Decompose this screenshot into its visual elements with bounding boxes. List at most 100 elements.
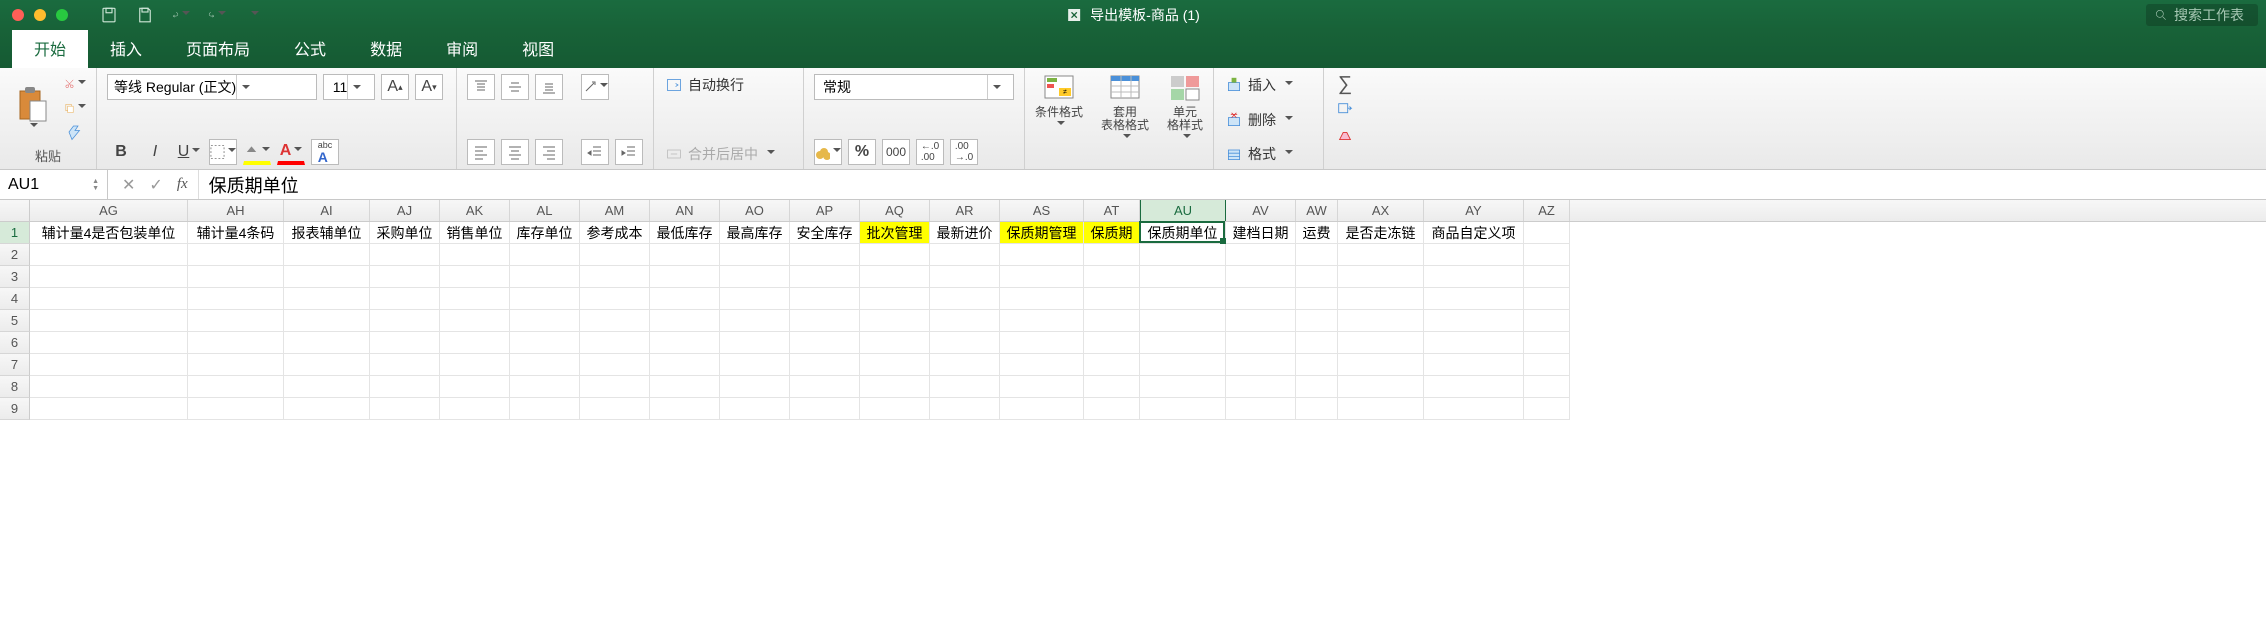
cell-AV1[interactable]: 建档日期 [1226, 222, 1296, 244]
format-cells-button[interactable]: 格式 [1224, 143, 1313, 165]
cell-AP7[interactable] [790, 354, 860, 376]
cell-AP6[interactable] [790, 332, 860, 354]
cut-button[interactable] [64, 74, 86, 94]
minimize-window-button[interactable] [34, 9, 46, 21]
formula-input[interactable]: 保质期单位 [199, 172, 2266, 198]
column-header-AO[interactable]: AO [720, 200, 790, 221]
cell-AR5[interactable] [930, 310, 1000, 332]
cell-AW3[interactable] [1296, 266, 1338, 288]
cell-AH8[interactable] [188, 376, 284, 398]
cell-AP9[interactable] [790, 398, 860, 420]
cell-AO7[interactable] [720, 354, 790, 376]
cell-AH5[interactable] [188, 310, 284, 332]
align-right-button[interactable] [535, 139, 563, 165]
column-header-AQ[interactable]: AQ [860, 200, 930, 221]
cell-AP2[interactable] [790, 244, 860, 266]
percent-button[interactable]: % [848, 139, 876, 165]
enter-formula-button[interactable]: ✓ [149, 175, 162, 195]
cell-AO8[interactable] [720, 376, 790, 398]
tab-插入[interactable]: 插入 [88, 28, 164, 68]
cell-AI1[interactable]: 报表辅单位 [284, 222, 370, 244]
comma-button[interactable]: 000 [882, 139, 910, 165]
row-header-5[interactable]: 5 [0, 310, 30, 332]
cell-AZ5[interactable] [1524, 310, 1570, 332]
column-header-AY[interactable]: AY [1424, 200, 1524, 221]
merge-center-button[interactable]: 合并后居中 [664, 143, 793, 165]
cell-AS2[interactable] [1000, 244, 1084, 266]
cell-AL7[interactable] [510, 354, 580, 376]
cell-AP4[interactable] [790, 288, 860, 310]
cell-AU5[interactable] [1140, 310, 1226, 332]
cell-AR7[interactable] [930, 354, 1000, 376]
cell-AJ7[interactable] [370, 354, 440, 376]
cell-AG3[interactable] [30, 266, 188, 288]
cell-AU3[interactable] [1140, 266, 1226, 288]
cell-AK7[interactable] [440, 354, 510, 376]
qat-customize-button[interactable] [244, 6, 262, 24]
cell-AN6[interactable] [650, 332, 720, 354]
namebox-down[interactable]: ▼ [92, 185, 99, 192]
row-header-7[interactable]: 7 [0, 354, 30, 376]
row-header-6[interactable]: 6 [0, 332, 30, 354]
cell-AT4[interactable] [1084, 288, 1140, 310]
column-header-AJ[interactable]: AJ [370, 200, 440, 221]
redo-button[interactable] [208, 6, 226, 24]
decrease-font-button[interactable]: A▾ [415, 74, 443, 100]
cell-AG2[interactable] [30, 244, 188, 266]
increase-decimal-button[interactable]: ←.0.00 [916, 139, 944, 165]
cell-AW7[interactable] [1296, 354, 1338, 376]
cell-AJ3[interactable] [370, 266, 440, 288]
decrease-indent-button[interactable] [581, 139, 609, 165]
cell-AO1[interactable]: 最高库存 [720, 222, 790, 244]
cell-AW5[interactable] [1296, 310, 1338, 332]
cell-AH9[interactable] [188, 398, 284, 420]
fx-icon[interactable]: fx [177, 176, 198, 193]
cell-AW6[interactable] [1296, 332, 1338, 354]
cell-AT6[interactable] [1084, 332, 1140, 354]
cell-AS9[interactable] [1000, 398, 1084, 420]
cell-AY2[interactable] [1424, 244, 1524, 266]
cell-AK9[interactable] [440, 398, 510, 420]
cell-AS7[interactable] [1000, 354, 1084, 376]
cell-AZ3[interactable] [1524, 266, 1570, 288]
cell-AU9[interactable] [1140, 398, 1226, 420]
cell-AT5[interactable] [1084, 310, 1140, 332]
cell-AI2[interactable] [284, 244, 370, 266]
column-header-AM[interactable]: AM [580, 200, 650, 221]
cell-AP5[interactable] [790, 310, 860, 332]
cell-AY9[interactable] [1424, 398, 1524, 420]
cell-AO3[interactable] [720, 266, 790, 288]
cell-AP8[interactable] [790, 376, 860, 398]
cell-AW4[interactable] [1296, 288, 1338, 310]
cell-AI3[interactable] [284, 266, 370, 288]
cell-AQ3[interactable] [860, 266, 930, 288]
column-header-AV[interactable]: AV [1226, 200, 1296, 221]
cell-AL6[interactable] [510, 332, 580, 354]
cell-AX3[interactable] [1338, 266, 1424, 288]
cell-AI7[interactable] [284, 354, 370, 376]
cell-AI8[interactable] [284, 376, 370, 398]
cell-AO5[interactable] [720, 310, 790, 332]
cell-AV3[interactable] [1226, 266, 1296, 288]
cell-AX9[interactable] [1338, 398, 1424, 420]
tab-视图[interactable]: 视图 [500, 28, 576, 68]
cell-AG7[interactable] [30, 354, 188, 376]
cell-AQ2[interactable] [860, 244, 930, 266]
column-header-AW[interactable]: AW [1296, 200, 1338, 221]
cell-AG5[interactable] [30, 310, 188, 332]
cell-AY3[interactable] [1424, 266, 1524, 288]
cell-AZ6[interactable] [1524, 332, 1570, 354]
cell-AV9[interactable] [1226, 398, 1296, 420]
namebox-up[interactable]: ▲ [92, 178, 99, 185]
cell-AR3[interactable] [930, 266, 1000, 288]
orientation-button[interactable] [581, 74, 609, 100]
cell-AI4[interactable] [284, 288, 370, 310]
cell-AJ1[interactable]: 采购单位 [370, 222, 440, 244]
cell-AK2[interactable] [440, 244, 510, 266]
decrease-decimal-button[interactable]: .00→.0 [950, 139, 978, 165]
cell-AL8[interactable] [510, 376, 580, 398]
align-center-button[interactable] [501, 139, 529, 165]
cell-AO2[interactable] [720, 244, 790, 266]
name-box[interactable]: AU1 ▲▼ [0, 170, 108, 199]
conditional-formatting-button[interactable]: ≠ 条件格式 [1035, 74, 1083, 129]
